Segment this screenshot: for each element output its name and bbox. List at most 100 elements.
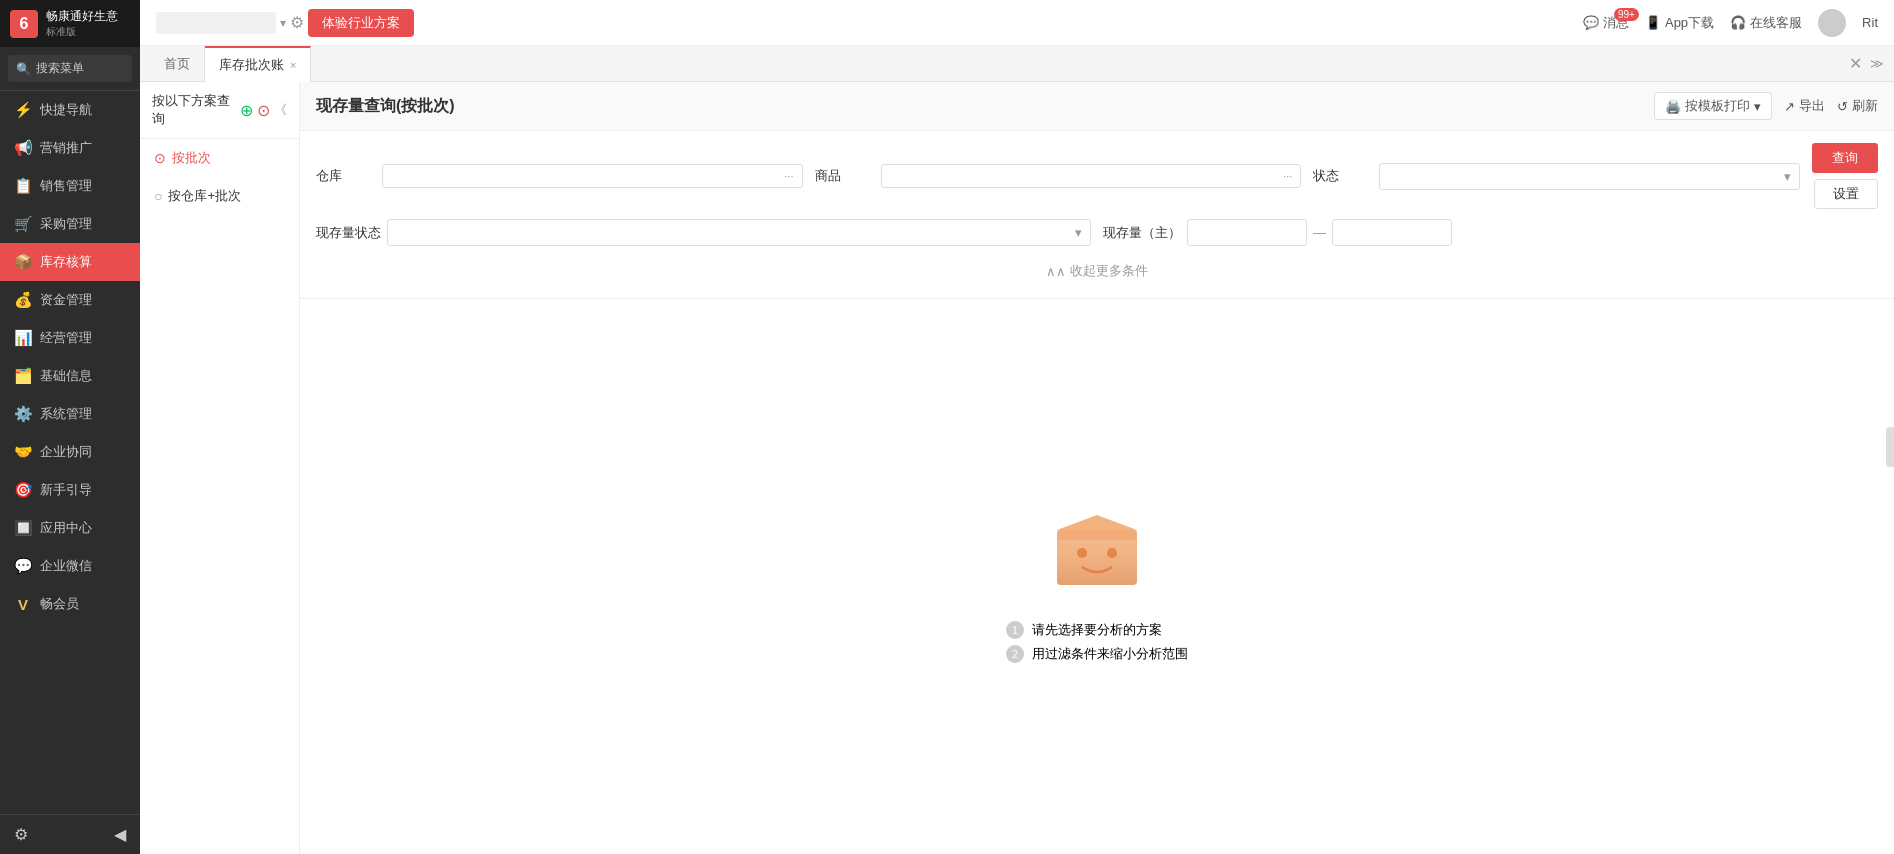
sidebar-item-enterprise[interactable]: 🤝 企业协同 (0, 433, 140, 471)
purchase-icon: 🛒 (14, 215, 32, 233)
sidebar-item-sales[interactable]: 📋 销售管理 (0, 167, 140, 205)
sidebar-item-marketing[interactable]: 📢 营销推广 (0, 129, 140, 167)
tip-text-2: 用过滤条件来缩小分析范围 (1032, 645, 1188, 663)
username-label[interactable]: Rit (1862, 15, 1878, 30)
product-more-icon[interactable]: ··· (1283, 170, 1292, 182)
sidebar-item-member[interactable]: V 畅会员 (0, 585, 140, 623)
filter-add-icon[interactable]: ⊕ (240, 101, 253, 120)
chevron-up-icon: ∧∧ (1046, 264, 1066, 279)
sidebar-item-guide[interactable]: 🎯 新手引导 (0, 471, 140, 509)
close-panel-icon[interactable]: ✕ (1849, 54, 1862, 73)
footer-collapse-icon[interactable]: ◀ (114, 825, 126, 844)
experience-btn[interactable]: 体验行业方案 (308, 9, 414, 37)
sidebar-item-finance[interactable]: 💰 资金管理 (0, 281, 140, 319)
empty-tip-2: 2 用过滤条件来缩小分析范围 (1006, 645, 1188, 663)
phone-icon: 📱 (1645, 15, 1661, 30)
topbar-nav: ▾ ⚙ 体验行业方案 (156, 9, 1573, 37)
print-button[interactable]: 🖨️ 按模板打印 ▾ (1654, 92, 1772, 120)
sidebar-item-system[interactable]: ⚙️ 系统管理 (0, 395, 140, 433)
right-scroll-handle[interactable] (1886, 427, 1894, 467)
tab-close-icon[interactable]: × (290, 59, 296, 71)
sidebar-item-quick-nav[interactable]: ⚡ 快捷导航 (0, 91, 140, 129)
sidebar-search-area: 🔍 搜索菜单 (0, 47, 140, 91)
footer-settings-icon[interactable]: ⚙ (14, 825, 28, 844)
filter-panel: 按以下方案查询 ⊕ ⊙ 《 ⊙ 按批次 ○ 按仓库+批次 (140, 82, 300, 854)
app-version: 标准版 (46, 25, 118, 39)
tab-inventory-batch[interactable]: 库存批次账 × (205, 46, 311, 82)
topbar-search-input[interactable] (156, 12, 276, 34)
filter-item-label: 按批次 (172, 149, 211, 167)
sidebar-item-basics[interactable]: 🗂️ 基础信息 (0, 357, 140, 395)
message-icon: 💬 (1583, 15, 1599, 30)
online-service-label: 在线客服 (1750, 14, 1802, 32)
content-area: 按以下方案查询 ⊕ ⊙ 《 ⊙ 按批次 ○ 按仓库+批次 现存量查询(按批次) (140, 82, 1894, 854)
status-select[interactable]: ▾ (1379, 163, 1800, 190)
tab-home-label: 首页 (164, 55, 190, 73)
status-dropdown-icon: ▾ (1784, 169, 1791, 184)
topbar-dropdown-icon[interactable]: ▾ (280, 16, 286, 30)
search-menu-button[interactable]: 🔍 搜索菜单 (8, 55, 132, 82)
settings-button[interactable]: 设置 (1814, 179, 1878, 209)
stock-amount-from[interactable] (1187, 219, 1307, 246)
empty-tips: 1 请先选择要分析的方案 2 用过滤条件来缩小分析范围 (1006, 621, 1188, 669)
product-input[interactable]: ··· (881, 164, 1302, 188)
query-area: 现存量查询(按批次) 🖨️ 按模板打印 ▾ ↗ 导出 ↺ 刷新 (300, 82, 1894, 854)
app-info: 畅康通好生意 标准版 (46, 8, 118, 39)
empty-illustration (1037, 485, 1157, 605)
refresh-button[interactable]: ↺ 刷新 (1837, 97, 1878, 115)
status-field: 状态 ▾ (1313, 163, 1800, 190)
filter-item-by-batch[interactable]: ⊙ 按批次 (140, 139, 299, 177)
export-button[interactable]: ↗ 导出 (1784, 97, 1825, 115)
more-tabs-icon[interactable]: ≫ (1870, 56, 1884, 71)
sidebar-item-purchase[interactable]: 🛒 采购管理 (0, 205, 140, 243)
filter-row-2: 现存量状态 ▾ 现存量（主） — (316, 219, 1878, 246)
svg-point-3 (1077, 548, 1087, 558)
export-icon: ↗ (1784, 99, 1795, 114)
message-badge: 99+ (1614, 8, 1639, 21)
app-download-button[interactable]: 📱 App下载 (1645, 14, 1714, 32)
filter-panel-title: 按以下方案查询 (152, 92, 234, 128)
wechat-icon: 💬 (14, 557, 32, 575)
empty-state: 1 请先选择要分析的方案 2 用过滤条件来缩小分析范围 (300, 299, 1894, 854)
warehouse-more-icon[interactable]: ··· (785, 170, 794, 182)
online-service-button[interactable]: 🎧 在线客服 (1730, 14, 1802, 32)
stock-amount-to[interactable] (1332, 219, 1452, 246)
filter-item-by-warehouse-batch[interactable]: ○ 按仓库+批次 (140, 177, 299, 215)
app-center-icon: 🔲 (14, 519, 32, 537)
sidebar-item-label: 系统管理 (40, 405, 92, 423)
sidebar-item-wechat[interactable]: 💬 企业微信 (0, 547, 140, 585)
sidebar-item-label: 资金管理 (40, 291, 92, 309)
product-label: 商品 (815, 167, 875, 185)
filter-item-icon: ○ (154, 188, 162, 204)
enterprise-icon: 🤝 (14, 443, 32, 461)
sidebar-item-label: 企业协同 (40, 443, 92, 461)
empty-tip-1: 1 请先选择要分析的方案 (1006, 621, 1188, 639)
topbar-gear-icon[interactable]: ⚙ (290, 13, 304, 32)
query-button[interactable]: 查询 (1812, 143, 1878, 173)
sidebar-item-inventory[interactable]: 📦 库存核算 (0, 243, 140, 281)
app-logo: 6 (10, 10, 38, 38)
sidebar-item-operations[interactable]: 📊 经营管理 (0, 319, 140, 357)
collapse-button[interactable]: ∧∧ 收起更多条件 (316, 256, 1878, 286)
filter-collapse-icon[interactable]: 《 (274, 101, 287, 119)
filter-settings-icon[interactable]: ⊙ (257, 101, 270, 120)
sidebar-item-app-center[interactable]: 🔲 应用中心 (0, 509, 140, 547)
inventory-icon: 📦 (14, 253, 32, 271)
tabbar: 首页 库存批次账 × ✕ ≫ (140, 46, 1894, 82)
sidebar-item-label: 新手引导 (40, 481, 92, 499)
stock-status-select[interactable]: ▾ (387, 219, 1091, 246)
avatar[interactable] (1818, 9, 1846, 37)
collapse-label: 收起更多条件 (1070, 262, 1148, 280)
print-dropdown-icon[interactable]: ▾ (1754, 99, 1761, 114)
stock-amount-label: 现存量（主） (1103, 224, 1181, 242)
operations-icon: 📊 (14, 329, 32, 347)
status-label: 状态 (1313, 167, 1373, 185)
stock-amount-dash: — (1313, 225, 1326, 240)
empty-svg (1042, 495, 1152, 595)
sidebar-item-label: 采购管理 (40, 215, 92, 233)
refresh-icon: ↺ (1837, 99, 1848, 114)
message-button[interactable]: 💬 消息 99+ (1583, 14, 1629, 32)
warehouse-input[interactable]: ··· (382, 164, 803, 188)
tab-home[interactable]: 首页 (150, 46, 205, 82)
query-buttons: 查询 设置 (1812, 143, 1878, 209)
